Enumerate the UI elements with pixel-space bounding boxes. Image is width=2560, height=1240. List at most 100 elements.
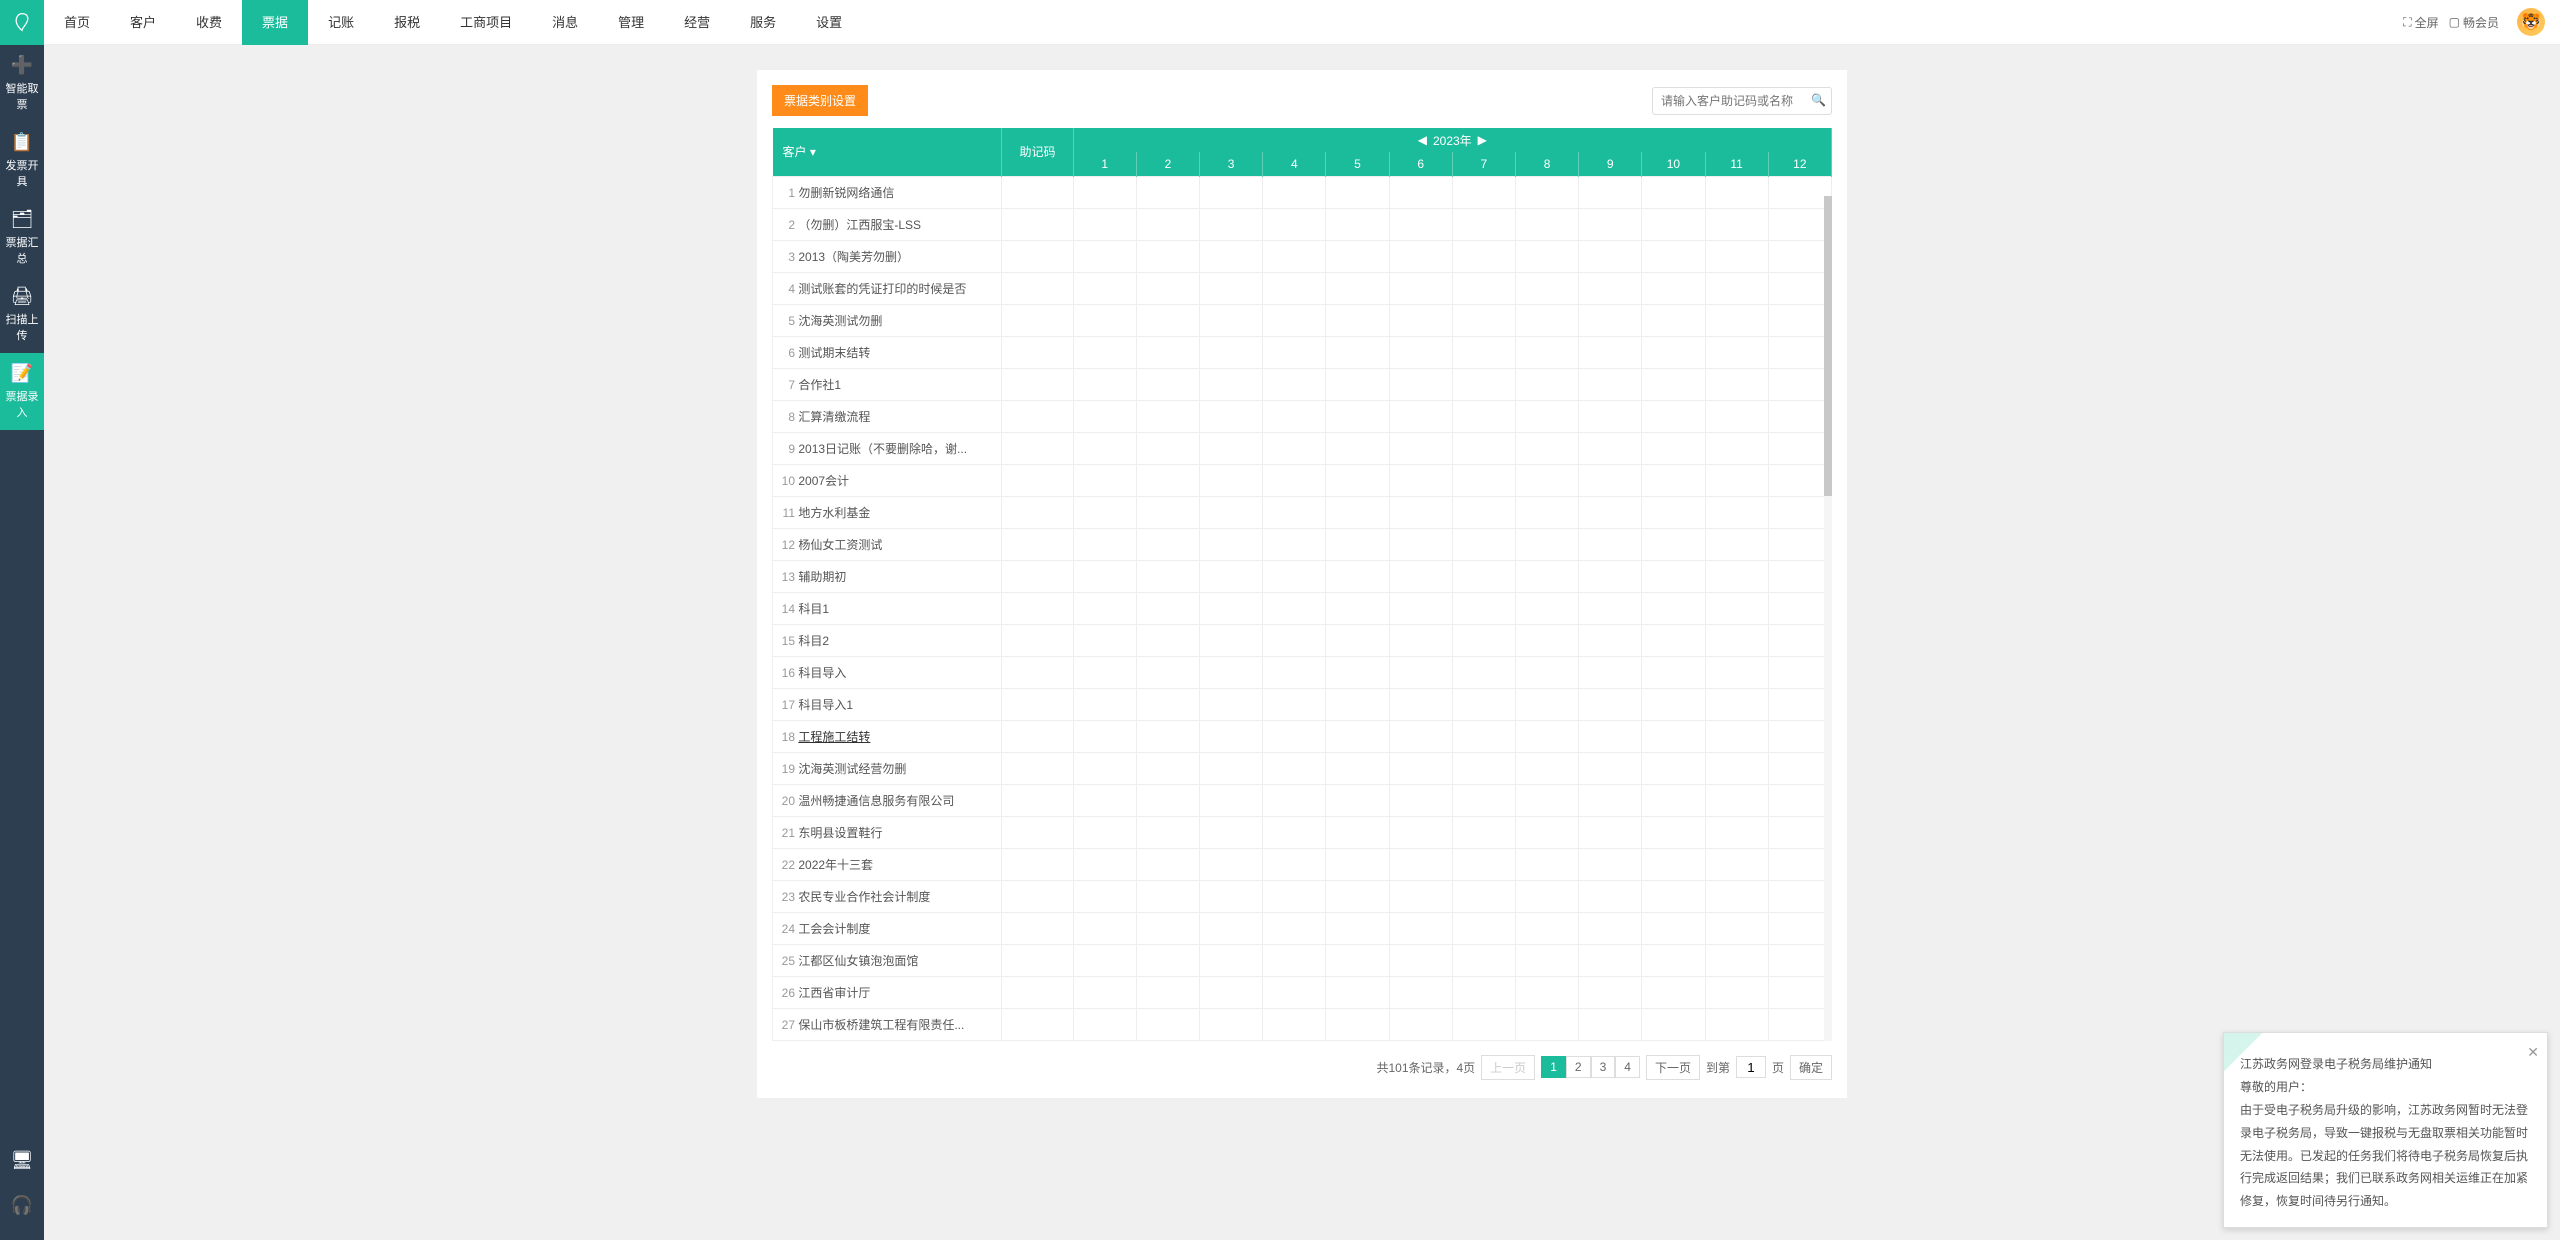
cell-m1[interactable] <box>1073 944 1136 976</box>
cell-m10[interactable] <box>1642 656 1705 688</box>
cell-m6[interactable] <box>1389 208 1452 240</box>
month-col-7[interactable]: 7 <box>1452 152 1515 176</box>
cell-m12[interactable] <box>1768 624 1831 656</box>
row-client[interactable]: 21 东明县设置鞋行 <box>773 816 1002 848</box>
cell-m12[interactable] <box>1768 528 1831 560</box>
cell-m1[interactable] <box>1073 368 1136 400</box>
cell-m10[interactable] <box>1642 624 1705 656</box>
cell-m1[interactable] <box>1073 336 1136 368</box>
cell-m9[interactable] <box>1579 784 1642 816</box>
cell-m3[interactable] <box>1200 912 1263 944</box>
cell-m10[interactable] <box>1642 176 1705 208</box>
nav-收费[interactable]: 收费 <box>176 0 242 45</box>
cell-m10[interactable] <box>1642 336 1705 368</box>
cell-m7[interactable] <box>1452 848 1515 880</box>
cell-m2[interactable] <box>1136 944 1199 976</box>
cell-m9[interactable] <box>1579 688 1642 720</box>
search-input[interactable] <box>1652 87 1832 115</box>
cell-m8[interactable] <box>1515 368 1578 400</box>
cell-m9[interactable] <box>1579 208 1642 240</box>
table-row[interactable]: 21 东明县设置鞋行 <box>773 816 1832 848</box>
table-row[interactable]: 8 汇算清缴流程 <box>773 400 1832 432</box>
table-row[interactable]: 15 科目2 <box>773 624 1832 656</box>
cell-m8[interactable] <box>1515 880 1578 912</box>
row-code[interactable] <box>1002 816 1073 848</box>
pager-page-input[interactable] <box>1736 1056 1766 1078</box>
cell-m4[interactable] <box>1263 528 1326 560</box>
cell-m4[interactable] <box>1263 784 1326 816</box>
cell-m12[interactable] <box>1768 976 1831 1008</box>
cell-m3[interactable] <box>1200 304 1263 336</box>
cell-m6[interactable] <box>1389 432 1452 464</box>
cell-m2[interactable] <box>1136 880 1199 912</box>
cell-m9[interactable] <box>1579 1008 1642 1040</box>
cell-m6[interactable] <box>1389 496 1452 528</box>
row-code[interactable] <box>1002 176 1073 208</box>
cell-m6[interactable] <box>1389 656 1452 688</box>
pager-page-3[interactable]: 3 <box>1591 1056 1616 1078</box>
cell-m4[interactable] <box>1263 944 1326 976</box>
cell-m8[interactable] <box>1515 272 1578 304</box>
cell-m3[interactable] <box>1200 656 1263 688</box>
pager-page-4[interactable]: 4 <box>1615 1056 1640 1078</box>
cell-m10[interactable] <box>1642 496 1705 528</box>
cell-m7[interactable] <box>1452 368 1515 400</box>
cell-m12[interactable] <box>1768 592 1831 624</box>
cell-m10[interactable] <box>1642 272 1705 304</box>
cell-m3[interactable] <box>1200 464 1263 496</box>
cell-m7[interactable] <box>1452 336 1515 368</box>
cell-m2[interactable] <box>1136 464 1199 496</box>
nav-记账[interactable]: 记账 <box>308 0 374 45</box>
cell-m10[interactable] <box>1642 208 1705 240</box>
row-code[interactable] <box>1002 592 1073 624</box>
cell-m3[interactable] <box>1200 848 1263 880</box>
cell-m1[interactable] <box>1073 432 1136 464</box>
cell-m1[interactable] <box>1073 400 1136 432</box>
cell-m11[interactable] <box>1705 912 1768 944</box>
cell-m4[interactable] <box>1263 304 1326 336</box>
scrollbar[interactable] <box>1824 196 1832 1041</box>
cell-m8[interactable] <box>1515 496 1578 528</box>
cell-m10[interactable] <box>1642 400 1705 432</box>
sidebar-item-扫描上传[interactable]: 🖨扫描上传 <box>0 276 44 353</box>
month-col-4[interactable]: 4 <box>1263 152 1326 176</box>
cell-m9[interactable] <box>1579 240 1642 272</box>
cell-m11[interactable] <box>1705 688 1768 720</box>
cell-m3[interactable] <box>1200 688 1263 720</box>
cell-m4[interactable] <box>1263 208 1326 240</box>
fullscreen-button[interactable]: ⛶ 全屏 <box>2403 14 2438 31</box>
cell-m12[interactable] <box>1768 464 1831 496</box>
cell-m9[interactable] <box>1579 848 1642 880</box>
row-code[interactable] <box>1002 880 1073 912</box>
cell-m6[interactable] <box>1389 688 1452 720</box>
cell-m10[interactable] <box>1642 528 1705 560</box>
cell-m4[interactable] <box>1263 464 1326 496</box>
cell-m11[interactable] <box>1705 400 1768 432</box>
row-client[interactable]: 5 沈海英测试勿删 <box>773 304 1002 336</box>
cell-m10[interactable] <box>1642 464 1705 496</box>
cell-m6[interactable] <box>1389 400 1452 432</box>
cell-m6[interactable] <box>1389 976 1452 1008</box>
cell-m12[interactable] <box>1768 432 1831 464</box>
cell-m6[interactable] <box>1389 848 1452 880</box>
cell-m5[interactable] <box>1326 784 1389 816</box>
cell-m12[interactable] <box>1768 208 1831 240</box>
cell-m1[interactable] <box>1073 528 1136 560</box>
cell-m5[interactable] <box>1326 688 1389 720</box>
cell-m11[interactable] <box>1705 176 1768 208</box>
cell-m3[interactable] <box>1200 208 1263 240</box>
cell-m9[interactable] <box>1579 944 1642 976</box>
cell-m6[interactable] <box>1389 944 1452 976</box>
cell-m8[interactable] <box>1515 624 1578 656</box>
cell-m2[interactable] <box>1136 592 1199 624</box>
cell-m7[interactable] <box>1452 912 1515 944</box>
cell-m6[interactable] <box>1389 752 1452 784</box>
cell-m12[interactable] <box>1768 176 1831 208</box>
col-client[interactable]: 客户 ▾ <box>773 128 1002 176</box>
cell-m8[interactable] <box>1515 976 1578 1008</box>
cell-m6[interactable] <box>1389 304 1452 336</box>
cell-m8[interactable] <box>1515 1008 1578 1040</box>
cell-m10[interactable] <box>1642 432 1705 464</box>
cell-m2[interactable] <box>1136 496 1199 528</box>
cell-m6[interactable] <box>1389 560 1452 592</box>
